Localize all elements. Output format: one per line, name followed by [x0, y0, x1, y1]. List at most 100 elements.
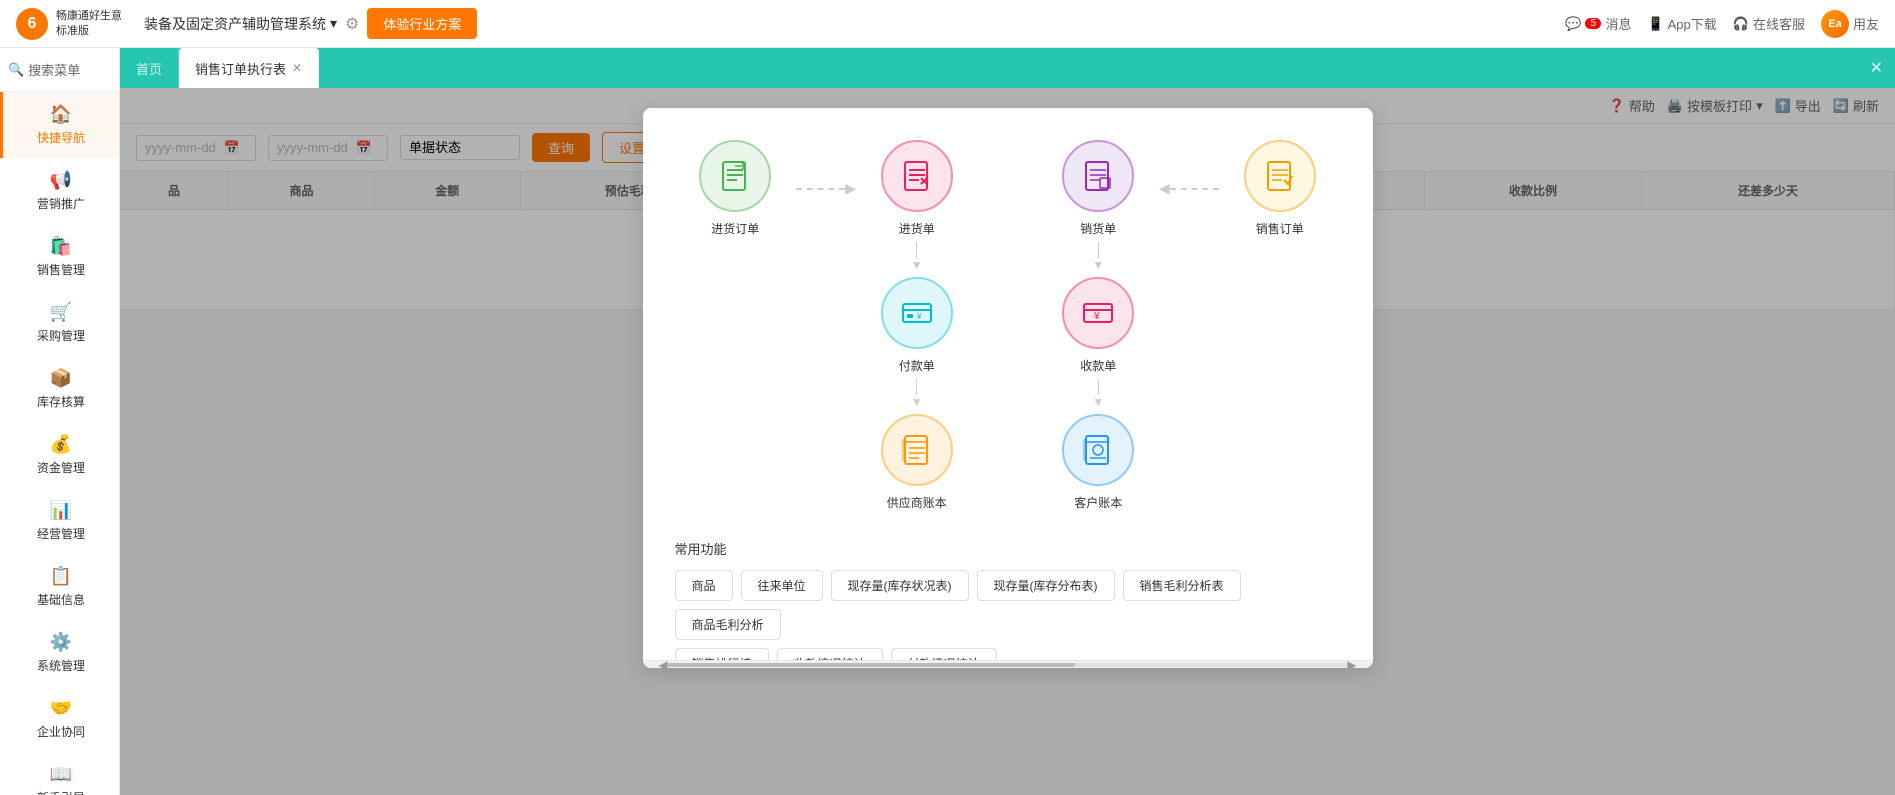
- app-download-btn[interactable]: 📱 App下载: [1647, 14, 1716, 33]
- sidebar-item-marketing[interactable]: 📢 营销推广: [0, 158, 119, 224]
- arrow-down-purchase: ▼: [911, 242, 923, 272]
- sidebar-item-purchase[interactable]: 🛒 采购管理: [0, 290, 119, 356]
- sidebar-item-system[interactable]: ⚙️ 系统管理: [0, 620, 119, 686]
- scroll-right-arrow[interactable]: ▶: [1347, 658, 1356, 669]
- chevron-down-icon: ▾: [330, 15, 337, 32]
- common-functions-section: 常用功能 商品 往来单位 现存量(库存状况表) 现存量(库存分布表) 销售毛利分…: [675, 539, 1341, 660]
- payment-icon: ¥: [899, 295, 935, 331]
- receipt-circle: ¥: [1062, 277, 1134, 349]
- supplier-ledger-circle: [881, 414, 953, 486]
- basic-info-icon: 📋: [50, 566, 72, 587]
- inventory-icon: 📦: [50, 368, 72, 389]
- message-icon: 💬: [1565, 16, 1581, 32]
- main-layout: 🔍 搜索菜单 🏠 快捷导航 📢 营销推广 🛍️ 销售管理 🛒 采购管理 📦 库存…: [0, 48, 1895, 795]
- modal-scrollbar[interactable]: ◀ ▶: [643, 660, 1373, 668]
- flow-node-receipt[interactable]: ¥ 收款单: [1054, 269, 1142, 382]
- finance-icon: 💰: [50, 434, 72, 455]
- flow-node-payment[interactable]: ¥ 付款单: [873, 269, 961, 382]
- arrow-1: ▶: [796, 180, 856, 197]
- arrow-down-sales: ▼: [1092, 242, 1104, 272]
- marketing-icon: 📢: [50, 170, 72, 191]
- scroll-track: [668, 663, 1348, 667]
- tab-close-all-btn[interactable]: ✕: [1858, 48, 1895, 88]
- newbie-icon: 📖: [50, 764, 72, 785]
- purchase-order-icon: [717, 158, 753, 194]
- sidebar-item-enterprise[interactable]: 🤝 企业协同: [0, 686, 119, 752]
- arrow-down-payment: ▼: [911, 379, 923, 409]
- func-btn-receipt-stat[interactable]: 收款情况统计: [777, 648, 883, 660]
- page-content: ❓ 帮助 🖨️ 按模板打印 ▾ ⬆️ 导出 🔄 刷新: [120, 88, 1895, 795]
- func-btn-stock-dist[interactable]: 现存量(库存分布表): [977, 570, 1115, 601]
- sales-bill-circle: [1062, 140, 1134, 212]
- tab-bar: 首页 销售订单执行表 ✕ ✕: [120, 48, 1895, 88]
- system-icon: ⚙️: [50, 632, 72, 653]
- sales-bill-icon: [1080, 158, 1116, 194]
- sidebar-search[interactable]: 🔍 搜索菜单: [0, 48, 119, 92]
- flow-diagram: 进货订单 ▶: [675, 132, 1341, 519]
- sidebar-item-finance[interactable]: 💰 资金管理: [0, 422, 119, 488]
- scroll-thumb: [668, 663, 1076, 667]
- search-icon: 🔍: [8, 62, 24, 78]
- content-area: 首页 销售订单执行表 ✕ ✕ ❓ 帮助 🖨️ 按模板打印: [120, 48, 1895, 795]
- func-btn-partner[interactable]: 往来单位: [741, 570, 823, 601]
- flow-node-supplier-ledger[interactable]: 供应商账本: [873, 406, 961, 519]
- flow-node-sales-order[interactable]: 销售订单: [1236, 132, 1324, 245]
- tab-home[interactable]: 首页: [120, 48, 179, 88]
- top-bar: 6 畅康通好生意 标准版 装备及固定资产辅助管理系统 ▾ ⚙ 体验行业方案 💬 …: [0, 0, 1895, 48]
- flow-node-purchase-order[interactable]: 进货订单: [691, 132, 779, 245]
- customer-ledger-icon: [1080, 432, 1116, 468]
- flow-node-sales-bill[interactable]: 销货单: [1054, 132, 1142, 245]
- func-btn-payment-stat[interactable]: 付款情况统计: [891, 648, 997, 660]
- func-btn-stock-status[interactable]: 现存量(库存状况表): [831, 570, 969, 601]
- svg-text:¥: ¥: [1093, 311, 1100, 322]
- system-title-dropdown[interactable]: 装备及固定资产辅助管理系统 ▾: [144, 14, 337, 34]
- message-btn[interactable]: 💬 5 消息: [1565, 14, 1631, 33]
- headset-icon: 🎧: [1733, 16, 1749, 32]
- svg-text:¥: ¥: [916, 312, 922, 321]
- payment-circle: ¥: [881, 277, 953, 349]
- user-menu-btn[interactable]: Ea 用友: [1821, 10, 1879, 38]
- sidebar-item-inventory[interactable]: 📦 库存核算: [0, 356, 119, 422]
- sales-order-icon: [1262, 158, 1298, 194]
- receipt-icon: ¥: [1080, 295, 1116, 331]
- home-icon: 🏠: [50, 104, 72, 125]
- customer-ledger-circle: [1062, 414, 1134, 486]
- quick-nav-modal: 进货订单 ▶: [643, 108, 1373, 668]
- enterprise-icon: 🤝: [50, 698, 72, 719]
- sidebar-item-newbie[interactable]: 📖 新手引导: [0, 752, 119, 795]
- sidebar-item-operations[interactable]: 📊 经营管理: [0, 488, 119, 554]
- scroll-left-arrow[interactable]: ◀: [659, 658, 668, 669]
- brand-text: 畅康通好生意 标准版: [56, 9, 122, 38]
- function-buttons-container: 商品 往来单位 现存量(库存状况表) 现存量(库存分布表) 销售毛利分析表 商品…: [675, 570, 1341, 640]
- online-service-btn[interactable]: 🎧 在线客服: [1733, 14, 1805, 33]
- tab-sales-order-exec[interactable]: 销售订单执行表 ✕: [179, 48, 319, 88]
- sales-order-circle: [1244, 140, 1316, 212]
- arrow-2: ◀: [1159, 180, 1219, 197]
- func-btn-sales-profit[interactable]: 销售毛利分析表: [1123, 570, 1241, 601]
- sidebar: 🔍 搜索菜单 🏠 快捷导航 📢 营销推广 🛍️ 销售管理 🛒 采购管理 📦 库存…: [0, 48, 120, 795]
- sidebar-item-sales[interactable]: 🛍️ 销售管理: [0, 224, 119, 290]
- operations-icon: 📊: [50, 500, 72, 521]
- arrow-down-receipt: ▼: [1092, 379, 1104, 409]
- func-btn-product-profit[interactable]: 商品毛利分析: [675, 609, 781, 640]
- flow-node-customer-ledger[interactable]: 客户账本: [1054, 406, 1142, 519]
- app-logo-icon: 6: [16, 8, 48, 40]
- phone-icon: 📱: [1647, 16, 1663, 32]
- trial-button[interactable]: 体验行业方案: [367, 8, 477, 39]
- modal-body: 进货订单 ▶: [643, 108, 1373, 660]
- sales-icon: 🛍️: [50, 236, 72, 257]
- purchase-bill-circle: [881, 140, 953, 212]
- sidebar-item-quick-nav[interactable]: 🏠 快捷导航: [0, 92, 119, 158]
- logo-area: 6 畅康通好生意 标准版: [16, 8, 136, 40]
- tab-close-icon[interactable]: ✕: [292, 61, 302, 75]
- func-btn-product[interactable]: 商品: [675, 570, 733, 601]
- modal-overlay[interactable]: 进货订单 ▶: [120, 88, 1895, 795]
- func-btn-sales-rank[interactable]: 销售排行榜: [675, 648, 769, 660]
- purchase-bill-icon: [899, 158, 935, 194]
- flow-node-purchase-bill[interactable]: 进货单: [873, 132, 961, 245]
- supplier-ledger-icon: [899, 432, 935, 468]
- settings-gear-button[interactable]: ⚙: [345, 14, 359, 34]
- function-buttons-container-2: 销售排行榜 收款情况统计 付款情况统计: [675, 648, 1341, 660]
- sidebar-item-basic-info[interactable]: 📋 基础信息: [0, 554, 119, 620]
- top-right-area: 💬 5 消息 📱 App下载 🎧 在线客服 Ea 用友: [1565, 10, 1879, 38]
